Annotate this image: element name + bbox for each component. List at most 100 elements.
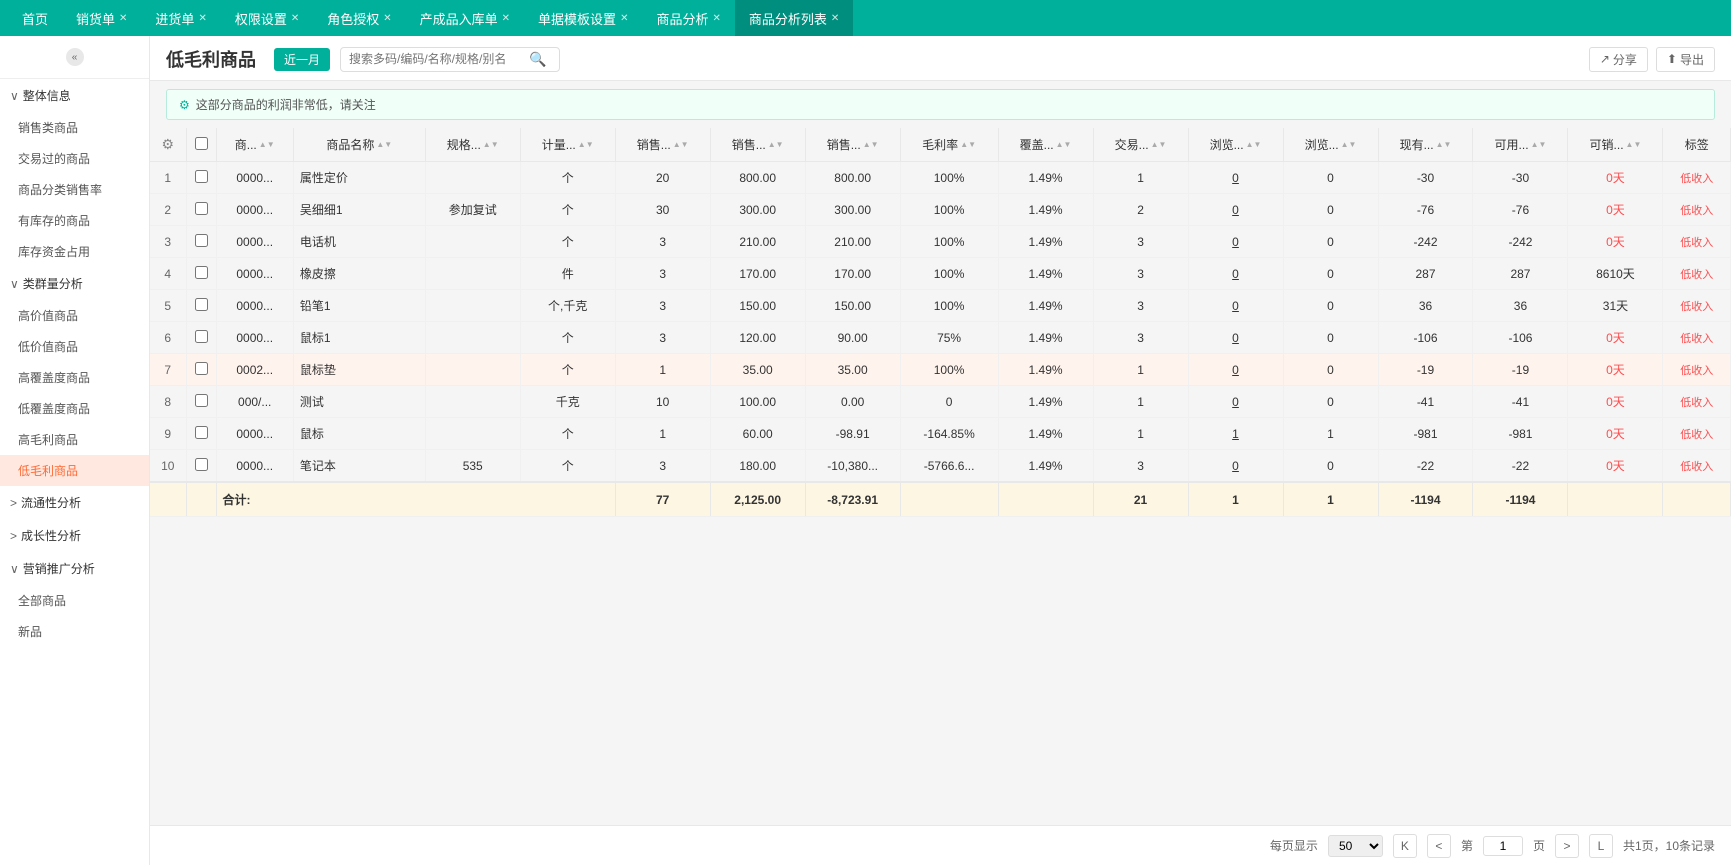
sort-browse2[interactable]: 浏览... ▲▼ — [1305, 136, 1357, 153]
sidebar-item-high-value[interactable]: 高价值商品 — [0, 300, 149, 331]
cell-check-9[interactable] — [186, 450, 216, 483]
prev-page-button[interactable]: < — [1427, 834, 1451, 858]
cell-browse1-0[interactable]: 0 — [1188, 162, 1283, 194]
th-code[interactable]: 商... ▲▼ — [216, 128, 293, 162]
settings-icon[interactable]: ⚙ — [161, 136, 174, 152]
sidebar-item-traded-goods[interactable]: 交易过的商品 — [0, 143, 149, 174]
browse1-link-4[interactable]: 0 — [1232, 299, 1239, 313]
sort-sale2[interactable]: 销售... ▲▼ — [732, 136, 784, 153]
th-sellable[interactable]: 可销... ▲▼ — [1568, 128, 1663, 162]
th-sale1[interactable]: 销售... ▲▼ — [615, 128, 710, 162]
row-checkbox-0[interactable] — [195, 170, 208, 183]
sidebar-group-cluster-title[interactable]: ∨ 类群量分析 — [0, 267, 149, 300]
nav-roles-close[interactable]: ✕ — [383, 13, 391, 24]
browse1-link-7[interactable]: 0 — [1232, 395, 1239, 409]
cell-browse1-5[interactable]: 0 — [1188, 322, 1283, 354]
page-input[interactable] — [1483, 836, 1523, 856]
sidebar-item-high-coverage[interactable]: 高覆盖度商品 — [0, 362, 149, 393]
nav-analysis-list[interactable]: 商品分析列表 ✕ — [735, 0, 853, 36]
th-browse1[interactable]: 浏览... ▲▼ — [1188, 128, 1283, 162]
th-gross[interactable]: 毛利率 ▲▼ — [900, 128, 998, 162]
nav-roles[interactable]: 角色授权 ✕ — [313, 0, 405, 36]
th-name[interactable]: 商品名称 ▲▼ — [293, 128, 425, 162]
th-unit[interactable]: 计量... ▲▼ — [520, 128, 615, 162]
sort-current[interactable]: 现有... ▲▼ — [1400, 136, 1452, 153]
nav-templates[interactable]: 单据模板设置 ✕ — [524, 0, 642, 36]
first-page-button[interactable]: K — [1393, 834, 1417, 858]
th-current[interactable]: 现有... ▲▼ — [1378, 128, 1473, 162]
sort-sale1[interactable]: 销售... ▲▼ — [637, 136, 689, 153]
sort-available[interactable]: 可用... ▲▼ — [1495, 136, 1547, 153]
sort-unit[interactable]: 计量... ▲▼ — [542, 136, 594, 153]
sort-trade[interactable]: 交易... ▲▼ — [1115, 136, 1167, 153]
cell-browse1-2[interactable]: 0 — [1188, 226, 1283, 258]
sort-code[interactable]: 商... ▲▼ — [235, 136, 275, 153]
search-input[interactable] — [349, 52, 529, 66]
cell-check-3[interactable] — [186, 258, 216, 290]
row-checkbox-5[interactable] — [195, 330, 208, 343]
nav-purchase[interactable]: 进货单 ✕ — [141, 0, 220, 36]
sidebar-item-all-goods[interactable]: 全部商品 — [0, 585, 149, 616]
row-checkbox-9[interactable] — [195, 458, 208, 471]
cell-browse1-9[interactable]: 0 — [1188, 450, 1283, 483]
sort-browse1[interactable]: 浏览... ▲▼ — [1210, 136, 1262, 153]
sidebar-item-low-value[interactable]: 低价值商品 — [0, 331, 149, 362]
share-button[interactable]: ↗ 分享 — [1589, 47, 1648, 72]
row-checkbox-3[interactable] — [195, 266, 208, 279]
nav-analysis-close[interactable]: ✕ — [712, 13, 720, 24]
th-sale2[interactable]: 销售... ▲▼ — [710, 128, 805, 162]
cell-browse1-1[interactable]: 0 — [1188, 194, 1283, 226]
sidebar-group-marketing-title[interactable]: ∨ 营销推广分析 — [0, 552, 149, 585]
export-button[interactable]: ⬆ 导出 — [1656, 47, 1715, 72]
nav-analysis[interactable]: 商品分析 ✕ — [642, 0, 734, 36]
sidebar-collapse-btn[interactable]: « — [66, 48, 84, 66]
th-sale3[interactable]: 销售... ▲▼ — [805, 128, 900, 162]
sidebar-item-sales-goods[interactable]: 销售类商品 — [0, 112, 149, 143]
nav-templates-close[interactable]: ✕ — [620, 13, 628, 24]
nav-sales-close[interactable]: ✕ — [119, 13, 127, 24]
cell-check-0[interactable] — [186, 162, 216, 194]
row-checkbox-4[interactable] — [195, 298, 208, 311]
browse1-link-2[interactable]: 0 — [1232, 235, 1239, 249]
cell-browse1-4[interactable]: 0 — [1188, 290, 1283, 322]
browse1-link-0[interactable]: 0 — [1232, 171, 1239, 185]
nav-sales[interactable]: 销货单 ✕ — [62, 0, 141, 36]
cell-check-4[interactable] — [186, 290, 216, 322]
nav-products-close[interactable]: ✕ — [502, 13, 510, 24]
cell-check-5[interactable] — [186, 322, 216, 354]
page-size-select[interactable]: 50 100 200 — [1328, 835, 1383, 857]
sort-gross[interactable]: 毛利率 ▲▼ — [922, 136, 976, 153]
time-filter-button[interactable]: 近一月 — [274, 48, 330, 71]
cell-browse1-3[interactable]: 0 — [1188, 258, 1283, 290]
sidebar-item-low-coverage[interactable]: 低覆盖度商品 — [0, 393, 149, 424]
row-checkbox-8[interactable] — [195, 426, 208, 439]
table-container[interactable]: ⚙ 商... ▲▼ 商品名称 ▲▼ 规格... ▲▼ 计量... ▲▼ 销售..… — [150, 128, 1731, 825]
th-settings[interactable]: ⚙ — [150, 128, 186, 162]
th-available[interactable]: 可用... ▲▼ — [1473, 128, 1568, 162]
sort-sale3[interactable]: 销售... ▲▼ — [827, 136, 879, 153]
th-browse2[interactable]: 浏览... ▲▼ — [1283, 128, 1378, 162]
browse1-link-9[interactable]: 0 — [1232, 459, 1239, 473]
cell-check-8[interactable] — [186, 418, 216, 450]
sidebar-group-growth-title[interactable]: > 成长性分析 — [0, 519, 149, 552]
nav-home[interactable]: 首页 — [8, 0, 62, 36]
sidebar-item-stock-goods[interactable]: 有库存的商品 — [0, 205, 149, 236]
search-icon[interactable]: 🔍 — [529, 51, 546, 68]
cell-browse1-6[interactable]: 0 — [1188, 354, 1283, 386]
next-page-button[interactable]: > — [1555, 834, 1579, 858]
th-coverage[interactable]: 覆盖... ▲▼ — [998, 128, 1093, 162]
th-trade[interactable]: 交易... ▲▼ — [1093, 128, 1188, 162]
cell-check-6[interactable] — [186, 354, 216, 386]
nav-permissions[interactable]: 权限设置 ✕ — [221, 0, 313, 36]
row-checkbox-6[interactable] — [195, 362, 208, 375]
sidebar-item-category-rate[interactable]: 商品分类销售率 — [0, 174, 149, 205]
last-page-button[interactable]: L — [1589, 834, 1613, 858]
sidebar-item-high-margin[interactable]: 高毛利商品 — [0, 424, 149, 455]
cell-check-2[interactable] — [186, 226, 216, 258]
row-checkbox-7[interactable] — [195, 394, 208, 407]
sort-spec[interactable]: 规格... ▲▼ — [447, 136, 499, 153]
cell-browse1-8[interactable]: 1 — [1188, 418, 1283, 450]
sort-name[interactable]: 商品名称 ▲▼ — [326, 136, 392, 153]
sidebar-item-new-goods[interactable]: 新品 — [0, 616, 149, 647]
browse1-link-3[interactable]: 0 — [1232, 267, 1239, 281]
